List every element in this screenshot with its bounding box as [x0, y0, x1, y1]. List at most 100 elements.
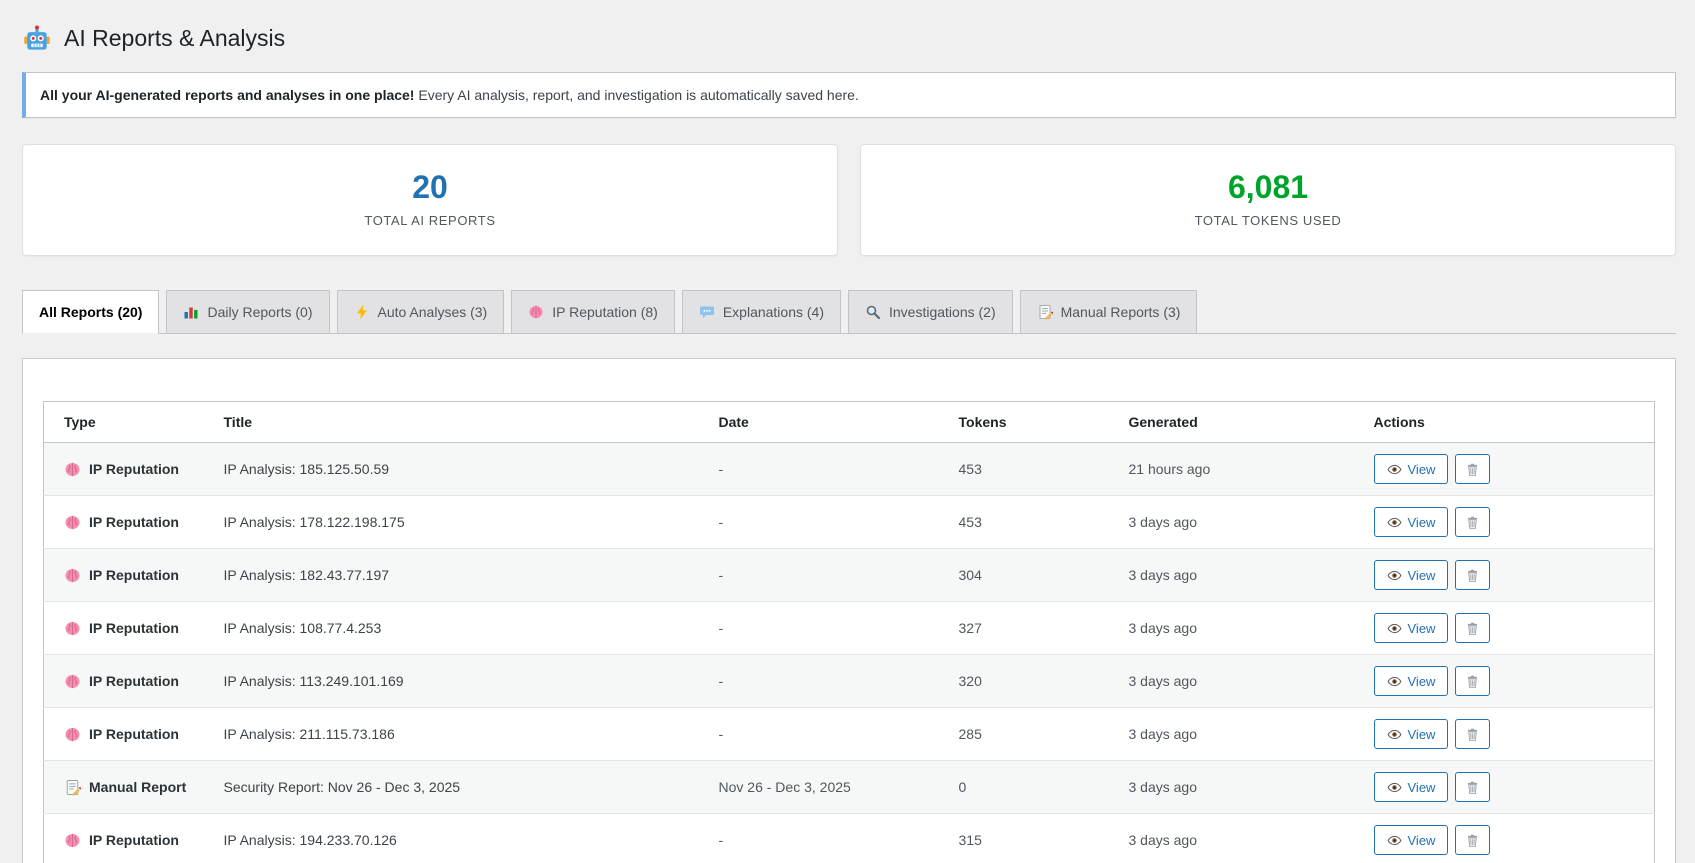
- trash-icon: [1465, 727, 1480, 742]
- report-title: IP Analysis: 185.125.50.59: [224, 461, 390, 477]
- view-button[interactable]: View: [1374, 507, 1449, 537]
- view-button[interactable]: View: [1374, 454, 1449, 484]
- view-button[interactable]: View: [1374, 825, 1449, 855]
- page-title-text: AI Reports & Analysis: [64, 24, 285, 54]
- report-tokens: 304: [959, 567, 982, 583]
- trash-icon: [1465, 621, 1480, 636]
- column-header-actions: Actions: [1354, 402, 1655, 443]
- eye-icon: [1387, 515, 1402, 530]
- info-notice: All your AI-generated reports and analys…: [22, 72, 1676, 118]
- report-title: IP Analysis: 113.249.101.169: [224, 673, 404, 689]
- report-date: -: [719, 567, 724, 583]
- delete-button[interactable]: [1455, 613, 1490, 643]
- view-button[interactable]: View: [1374, 613, 1449, 643]
- table-row: IP Reputation IP Analysis: 178.122.198.1…: [44, 496, 1655, 549]
- report-type: IP Reputation: [89, 567, 179, 583]
- table-row: IP Reputation IP Analysis: 108.77.4.253 …: [44, 602, 1655, 655]
- tab-explanations-4[interactable]: Explanations (4): [682, 290, 841, 334]
- view-button[interactable]: View: [1374, 560, 1449, 590]
- report-type: IP Reputation: [89, 832, 179, 848]
- brain-icon: [528, 304, 544, 320]
- report-title: Security Report: Nov 26 - Dec 3, 2025: [224, 779, 461, 795]
- report-tokens: 453: [959, 514, 982, 530]
- brain-icon: [64, 832, 81, 849]
- report-title: IP Analysis: 182.43.77.197: [224, 567, 390, 583]
- table-row: IP Reputation IP Analysis: 211.115.73.18…: [44, 708, 1655, 761]
- report-generated: 3 days ago: [1129, 779, 1198, 795]
- table-row: IP Reputation IP Analysis: 194.233.70.12…: [44, 814, 1655, 863]
- tab-investigations-2[interactable]: Investigations (2): [848, 290, 1013, 334]
- report-generated: 21 hours ago: [1129, 461, 1211, 477]
- delete-button[interactable]: [1455, 507, 1490, 537]
- table-row: IP Reputation IP Analysis: 185.125.50.59…: [44, 443, 1655, 496]
- speech-bubble-icon: [699, 304, 715, 320]
- stats-row: 20 TOTAL AI REPORTS 6,081 TOTAL TOKENS U…: [22, 144, 1676, 256]
- report-type: IP Reputation: [89, 726, 179, 742]
- column-header-type: Type: [44, 402, 204, 443]
- report-generated: 3 days ago: [1129, 620, 1198, 636]
- report-type: IP Reputation: [89, 461, 179, 477]
- memo-icon: [64, 779, 81, 796]
- eye-icon: [1387, 674, 1402, 689]
- trash-icon: [1465, 568, 1480, 583]
- eye-icon: [1387, 780, 1402, 795]
- delete-button[interactable]: [1455, 560, 1490, 590]
- report-date: -: [719, 832, 724, 848]
- total-tokens-value: 6,081: [871, 169, 1665, 206]
- robot-icon: [22, 24, 52, 54]
- column-header-generated: Generated: [1109, 402, 1354, 443]
- report-type: IP Reputation: [89, 514, 179, 530]
- stat-card-total-tokens: 6,081 TOTAL TOKENS USED: [860, 144, 1676, 256]
- report-generated: 3 days ago: [1129, 832, 1198, 848]
- view-button[interactable]: View: [1374, 772, 1449, 802]
- report-generated: 3 days ago: [1129, 726, 1198, 742]
- tab-all-reports-20[interactable]: All Reports (20): [22, 290, 159, 334]
- report-generated: 3 days ago: [1129, 673, 1198, 689]
- report-generated: 3 days ago: [1129, 514, 1198, 530]
- tab-auto-analyses-3[interactable]: Auto Analyses (3): [337, 290, 505, 334]
- eye-icon: [1387, 727, 1402, 742]
- delete-button[interactable]: [1455, 719, 1490, 749]
- tab-manual-reports-3[interactable]: Manual Reports (3): [1020, 290, 1198, 334]
- lightning-icon: [354, 304, 370, 320]
- tab-ip-reputation-8[interactable]: IP Reputation (8): [511, 290, 675, 334]
- report-type: IP Reputation: [89, 620, 179, 636]
- report-date: -: [719, 461, 724, 477]
- delete-button[interactable]: [1455, 666, 1490, 696]
- reports-table-body: IP Reputation IP Analysis: 185.125.50.59…: [44, 443, 1655, 863]
- delete-button[interactable]: [1455, 825, 1490, 855]
- notice-text: Every AI analysis, report, and investiga…: [414, 87, 858, 103]
- table-header-row: TypeTitleDateTokensGeneratedActions: [44, 402, 1655, 443]
- column-header-date: Date: [699, 402, 939, 443]
- brain-icon: [64, 620, 81, 637]
- total-tokens-label: TOTAL TOKENS USED: [871, 213, 1665, 228]
- eye-icon: [1387, 621, 1402, 636]
- column-header-title: Title: [204, 402, 699, 443]
- view-button[interactable]: View: [1374, 719, 1449, 749]
- report-date: -: [719, 514, 724, 530]
- view-button[interactable]: View: [1374, 666, 1449, 696]
- admin-content: AI Reports & Analysis All your AI-genera…: [0, 0, 1695, 863]
- notice-bold-text: All your AI-generated reports and analys…: [40, 87, 414, 103]
- report-tokens: 327: [959, 620, 982, 636]
- report-date: -: [719, 726, 724, 742]
- tab-daily-reports-0[interactable]: Daily Reports (0): [166, 290, 329, 334]
- trash-icon: [1465, 833, 1480, 848]
- delete-button[interactable]: [1455, 772, 1490, 802]
- table-row: IP Reputation IP Analysis: 182.43.77.197…: [44, 549, 1655, 602]
- bar-chart-icon: [183, 304, 199, 320]
- report-date: -: [719, 620, 724, 636]
- eye-icon: [1387, 568, 1402, 583]
- report-title: IP Analysis: 108.77.4.253: [224, 620, 382, 636]
- report-title: IP Analysis: 211.115.73.186: [224, 726, 395, 742]
- tab-nav: All Reports (20) Daily Reports (0) Auto …: [22, 290, 1676, 334]
- column-header-tokens: Tokens: [939, 402, 1109, 443]
- brain-icon: [64, 567, 81, 584]
- delete-button[interactable]: [1455, 454, 1490, 484]
- trash-icon: [1465, 515, 1480, 530]
- report-tokens: 453: [959, 461, 982, 477]
- brain-icon: [64, 514, 81, 531]
- report-tokens: 285: [959, 726, 982, 742]
- brain-icon: [64, 673, 81, 690]
- report-title: IP Analysis: 178.122.198.175: [224, 514, 405, 530]
